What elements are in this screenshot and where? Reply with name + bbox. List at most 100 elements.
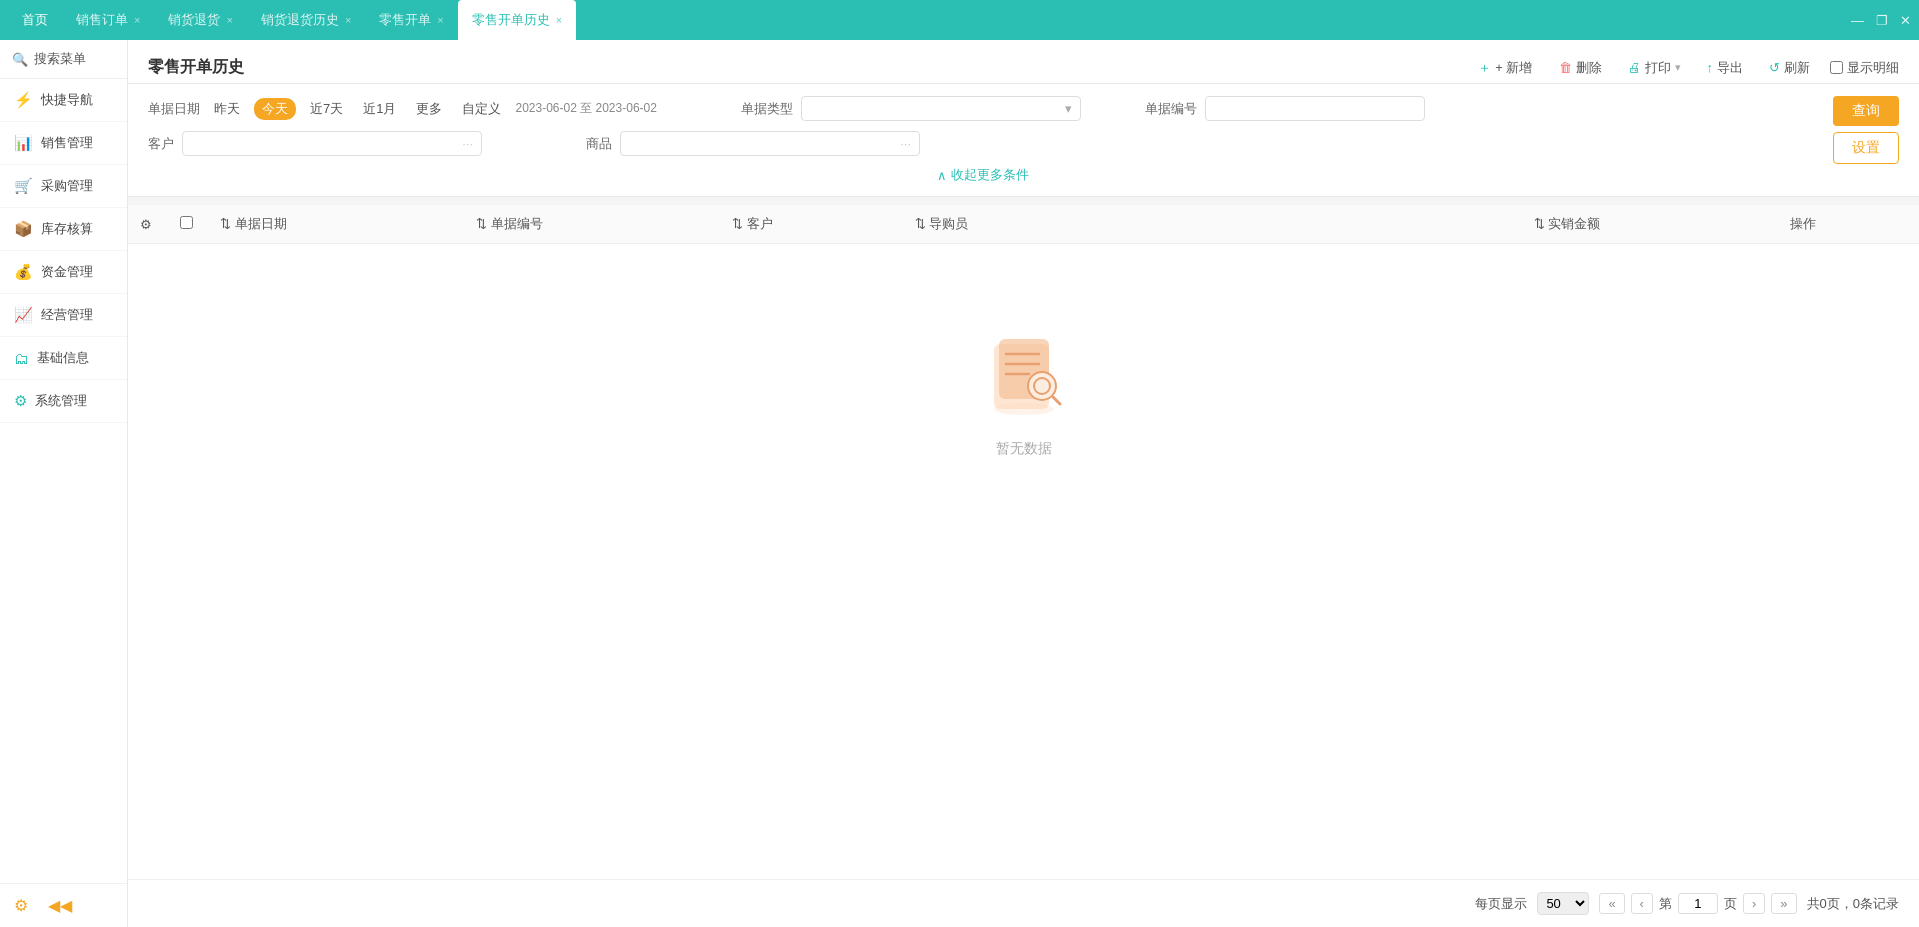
col-date[interactable]: ⇅ 单据日期 xyxy=(208,205,464,244)
print-icon: 🖨 xyxy=(1628,60,1641,75)
restore-icon[interactable]: ❐ xyxy=(1876,13,1888,28)
sidebar-item-operation[interactable]: 📈 经营管理 xyxy=(0,294,127,337)
system-icon: ⚙ xyxy=(14,392,27,410)
sidebar-item-quick-nav[interactable]: ⚡ 快捷导航 xyxy=(0,79,127,122)
window-close-icon[interactable]: ✕ xyxy=(1900,13,1911,28)
select-all-checkbox[interactable] xyxy=(180,216,193,229)
tab-home[interactable]: 首页 xyxy=(8,0,62,40)
date-options: 昨天 今天 近7天 近1月 更多 自定义 xyxy=(208,98,507,120)
col-spacer xyxy=(1122,205,1522,244)
close-retail-history-icon[interactable]: × xyxy=(556,14,562,26)
goods-label: 商品 xyxy=(586,135,612,153)
pagination: 每页显示 50 10 20 100 « ‹ 第 页 › » 共0页，0条记录 xyxy=(128,879,1919,927)
page-label-before: 第 xyxy=(1659,895,1672,913)
checkbox-col xyxy=(168,205,208,244)
empty-illustration xyxy=(974,324,1074,424)
goods-group: 商品 ··· xyxy=(586,131,920,156)
display-detail-input[interactable] xyxy=(1830,61,1843,74)
search-icon: 🔍 xyxy=(12,52,28,67)
settings-col: ⚙ xyxy=(128,205,168,244)
prev-page-button[interactable]: ‹ xyxy=(1631,893,1653,914)
tab-retail-open-label: 零售开单 xyxy=(379,11,431,29)
tab-retail-history[interactable]: 零售开单历史 × xyxy=(458,0,576,40)
sidebar-item-quick-nav-label: 快捷导航 xyxy=(41,91,93,109)
sidebar-item-sales-mgmt[interactable]: 📊 销售管理 xyxy=(0,122,127,165)
date-opt-7days[interactable]: 近7天 xyxy=(304,98,349,120)
tab-retail-history-label: 零售开单历史 xyxy=(472,11,550,29)
delete-button[interactable]: 🗑 删除 xyxy=(1553,55,1608,81)
operation-icon: 📈 xyxy=(14,306,33,324)
top-tab-bar: 首页 销售订单 × 销货退货 × 销货退货历史 × 零售开单 × 零售开单历史 … xyxy=(0,0,1919,40)
empty-text: 暂无数据 xyxy=(996,440,1052,458)
sidebar-collapse-icon[interactable]: ◀◀ xyxy=(48,896,72,915)
collapse-filter-label: 收起更多条件 xyxy=(951,166,1029,184)
doc-no-label: 单据编号 xyxy=(1145,100,1197,118)
sidebar-search[interactable]: 🔍 搜索菜单 xyxy=(0,40,127,79)
close-sales-return-icon[interactable]: × xyxy=(226,14,232,26)
col-date-label: ⇅ 单据日期 xyxy=(220,216,287,231)
sidebar-item-base-info[interactable]: 🗂 基础信息 xyxy=(0,337,127,380)
sidebar-item-inventory[interactable]: 📦 库存核算 xyxy=(0,208,127,251)
export-button[interactable]: ↑ 导出 xyxy=(1701,55,1750,81)
col-no[interactable]: ⇅ 单据编号 xyxy=(464,205,720,244)
sidebar-search-label: 搜索菜单 xyxy=(34,50,86,68)
tab-retail-open[interactable]: 零售开单 × xyxy=(365,0,457,40)
close-retail-open-icon[interactable]: × xyxy=(437,14,443,26)
add-label: + 新增 xyxy=(1495,59,1532,77)
tab-home-label: 首页 xyxy=(22,11,48,29)
refresh-icon: ↺ xyxy=(1769,60,1780,75)
quick-nav-icon: ⚡ xyxy=(14,91,33,109)
settings-gear-icon[interactable]: ⚙ xyxy=(14,896,28,915)
col-amount[interactable]: ⇅ 实销金额 xyxy=(1522,205,1778,244)
last-page-button[interactable]: » xyxy=(1771,893,1796,914)
first-page-button[interactable]: « xyxy=(1599,893,1624,914)
table-settings-icon[interactable]: ⚙ xyxy=(140,217,152,232)
date-opt-more[interactable]: 更多 xyxy=(410,98,448,120)
per-page-select[interactable]: 50 10 20 100 xyxy=(1537,892,1589,915)
customer-dots-icon: ··· xyxy=(462,136,473,151)
sidebar-item-inventory-label: 库存核算 xyxy=(41,220,93,238)
print-dropdown-icon[interactable]: ▾ xyxy=(1675,61,1681,74)
date-opt-yesterday[interactable]: 昨天 xyxy=(208,98,246,120)
filter-row-1: 单据日期 昨天 今天 近7天 近1月 更多 自定义 2023-06-02 至 2… xyxy=(148,96,1817,121)
data-table: ⚙ ⇅ 单据日期 ⇅ 单据编号 ⇅ 客户 xyxy=(128,205,1919,244)
tab-sales-return-history[interactable]: 销货退货历史 × xyxy=(247,0,365,40)
date-opt-today[interactable]: 今天 xyxy=(254,98,296,120)
col-guide-label: ⇅ 导购员 xyxy=(915,216,969,231)
query-button[interactable]: 查询 xyxy=(1833,96,1899,126)
tab-sales-order[interactable]: 销售订单 × xyxy=(62,0,154,40)
sales-mgmt-icon: 📊 xyxy=(14,134,33,152)
col-action: 操作 xyxy=(1778,205,1919,244)
customer-input-wrap[interactable]: ··· xyxy=(182,131,482,156)
refresh-label: 刷新 xyxy=(1784,59,1810,77)
date-opt-custom[interactable]: 自定义 xyxy=(456,98,507,120)
refresh-button[interactable]: ↺ 刷新 xyxy=(1763,55,1816,81)
page-number-input[interactable] xyxy=(1678,893,1718,914)
settings-button[interactable]: 设置 xyxy=(1833,132,1899,164)
display-detail-label: 显示明细 xyxy=(1847,59,1899,77)
doc-type-select[interactable]: ▾ xyxy=(801,96,1081,121)
goods-input-wrap[interactable]: ··· xyxy=(620,131,920,156)
collapse-filter-button[interactable]: ∧ 收起更多条件 xyxy=(148,166,1817,184)
minimize-icon[interactable]: — xyxy=(1851,13,1864,28)
close-sales-return-history-icon[interactable]: × xyxy=(345,14,351,26)
base-info-icon: 🗂 xyxy=(14,350,29,367)
tab-sales-return[interactable]: 销货退货 × xyxy=(154,0,246,40)
doc-no-input[interactable] xyxy=(1205,96,1425,121)
sidebar-item-system-label: 系统管理 xyxy=(35,392,87,410)
doc-type-label: 单据类型 xyxy=(741,100,793,118)
next-page-button[interactable]: › xyxy=(1743,893,1765,914)
close-sales-order-icon[interactable]: × xyxy=(134,14,140,26)
sidebar-item-purchase-mgmt[interactable]: 🛒 采购管理 xyxy=(0,165,127,208)
col-customer[interactable]: ⇅ 客户 xyxy=(720,205,903,244)
date-opt-1month[interactable]: 近1月 xyxy=(357,98,402,120)
sidebar-item-sales-mgmt-label: 销售管理 xyxy=(41,134,93,152)
sidebar-item-operation-label: 经营管理 xyxy=(41,306,93,324)
sidebar-item-system[interactable]: ⚙ 系统管理 xyxy=(0,380,127,423)
print-button[interactable]: 🖨 打印 ▾ xyxy=(1622,55,1687,81)
inventory-icon: 📦 xyxy=(14,220,33,238)
sidebar-item-finance[interactable]: 💰 资金管理 xyxy=(0,251,127,294)
add-button[interactable]: ＋ + 新增 xyxy=(1472,55,1538,81)
col-guide[interactable]: ⇅ 导购员 xyxy=(903,205,1122,244)
display-detail-checkbox[interactable]: 显示明细 xyxy=(1830,59,1899,77)
